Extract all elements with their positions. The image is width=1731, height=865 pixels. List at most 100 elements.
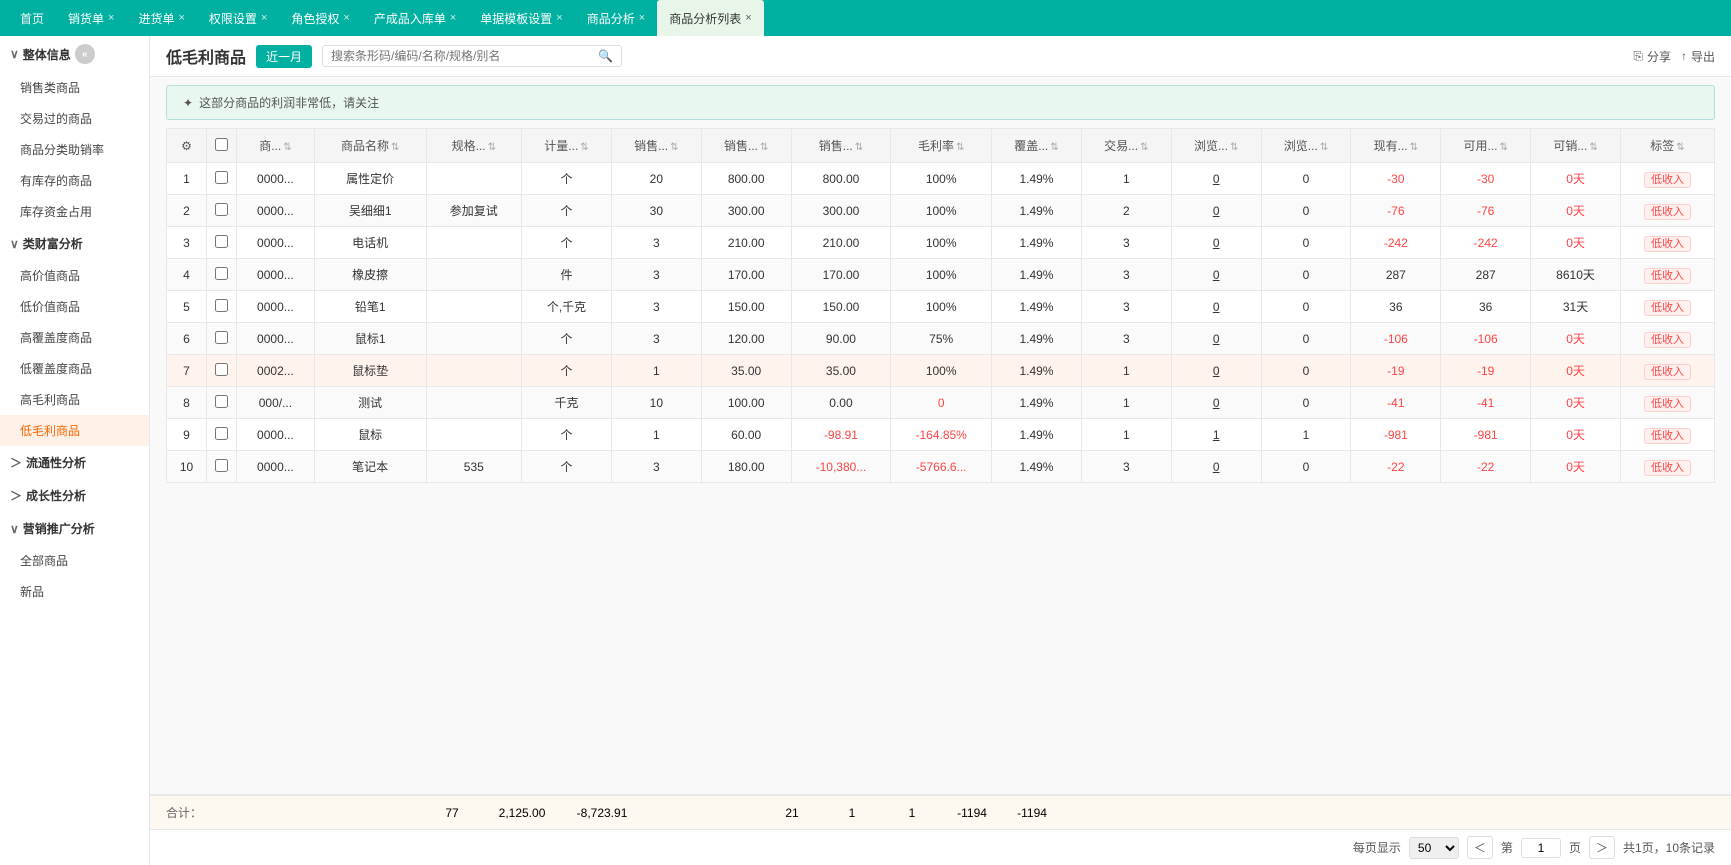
row-name[interactable]: 笔记本 bbox=[314, 451, 426, 483]
row-view1[interactable]: 0 bbox=[1171, 323, 1261, 355]
sort-icon-view1[interactable]: ⇅ bbox=[1230, 142, 1238, 153]
sort-icon-spec[interactable]: ⇅ bbox=[488, 142, 496, 153]
sort-icon-sale3[interactable]: ⇅ bbox=[855, 142, 863, 153]
search-icon[interactable]: 🔍 bbox=[598, 49, 613, 63]
row-name[interactable]: 吴细细1 bbox=[314, 195, 426, 227]
sidebar-item-low-value[interactable]: 低价值商品 bbox=[0, 291, 149, 322]
row-name[interactable]: 鼠标 bbox=[314, 419, 426, 451]
row-name[interactable]: 鼠标1 bbox=[314, 323, 426, 355]
sort-icon-margin[interactable]: ⇅ bbox=[956, 142, 964, 153]
row-checkbox[interactable] bbox=[207, 323, 237, 355]
row-name[interactable]: 属性定价 bbox=[314, 163, 426, 195]
sort-icon-sale1[interactable]: ⇅ bbox=[670, 142, 678, 153]
row-checkbox[interactable] bbox=[207, 387, 237, 419]
sidebar-group-growth[interactable]: ＞ 成长性分析 bbox=[0, 479, 149, 512]
nav-goods-analysis[interactable]: 商品分析 × bbox=[575, 0, 657, 36]
next-page-button[interactable]: ＞ bbox=[1589, 836, 1615, 859]
row-view1[interactable]: 0 bbox=[1171, 163, 1261, 195]
nav-template-close[interactable]: × bbox=[556, 12, 562, 24]
sort-icon-tag[interactable]: ⇅ bbox=[1676, 142, 1684, 153]
sidebar-group-overall[interactable]: ∨ 整体信息 « bbox=[0, 36, 149, 72]
nav-goods-analysis-close[interactable]: × bbox=[639, 12, 645, 24]
sidebar-item-capital-usage[interactable]: 库存资金占用 bbox=[0, 196, 149, 227]
sidebar-collapse-btn[interactable]: « bbox=[75, 44, 95, 64]
sort-icon-current[interactable]: ⇅ bbox=[1410, 142, 1418, 153]
nav-sales-close[interactable]: × bbox=[108, 12, 114, 24]
nav-sales[interactable]: 销货单 × bbox=[56, 0, 126, 36]
row-view1[interactable]: 0 bbox=[1171, 387, 1261, 419]
sort-icon-available[interactable]: ⇅ bbox=[1500, 142, 1508, 153]
settings-icon[interactable]: ⚙ bbox=[181, 139, 192, 153]
checkbox-col-header[interactable] bbox=[207, 129, 237, 163]
sidebar-item-high-margin[interactable]: 高毛利商品 bbox=[0, 384, 149, 415]
nav-template[interactable]: 单据模板设置 × bbox=[468, 0, 574, 36]
sort-icon-view2[interactable]: ⇅ bbox=[1320, 142, 1328, 153]
sidebar-item-sales-goods[interactable]: 销售类商品 bbox=[0, 72, 149, 103]
row-checkbox[interactable] bbox=[207, 259, 237, 291]
sidebar-item-low-margin[interactable]: 低毛利商品 bbox=[0, 415, 149, 446]
share-button[interactable]: ⎘ 分享 bbox=[1633, 48, 1671, 65]
sort-icon-sale2[interactable]: ⇅ bbox=[760, 142, 768, 153]
search-input[interactable] bbox=[331, 49, 598, 63]
nav-goods-analysis-list-close[interactable]: × bbox=[745, 12, 751, 24]
sidebar-item-category-rate[interactable]: 商品分类助销率 bbox=[0, 134, 149, 165]
sidebar-group-marketing[interactable]: ∨ 营销推广分析 bbox=[0, 512, 149, 545]
time-filter-button[interactable]: 近一月 bbox=[256, 45, 312, 68]
row-view1[interactable]: 1 bbox=[1171, 419, 1261, 451]
export-button[interactable]: ↑ 导出 bbox=[1681, 48, 1715, 65]
settings-col-header[interactable]: ⚙ bbox=[167, 129, 207, 163]
sort-icon-trade[interactable]: ⇅ bbox=[1140, 142, 1148, 153]
row-view1[interactable]: 0 bbox=[1171, 195, 1261, 227]
row-unit: 个 bbox=[522, 419, 612, 451]
row-checkbox[interactable] bbox=[207, 227, 237, 259]
sidebar-group-wealth[interactable]: ∨ 类财富分析 bbox=[0, 227, 149, 260]
row-name[interactable]: 测试 bbox=[314, 387, 426, 419]
nav-purchase-close[interactable]: × bbox=[178, 12, 184, 24]
sidebar-item-all-goods[interactable]: 全部商品 bbox=[0, 545, 149, 576]
nav-home[interactable]: 首页 bbox=[8, 0, 56, 36]
prev-page-button[interactable]: ＜ bbox=[1467, 836, 1493, 859]
sidebar-item-high-coverage[interactable]: 高覆盖度商品 bbox=[0, 322, 149, 353]
row-checkbox[interactable] bbox=[207, 291, 237, 323]
sort-icon-code[interactable]: ⇅ bbox=[283, 142, 291, 153]
sidebar-item-high-value[interactable]: 高价值商品 bbox=[0, 260, 149, 291]
row-spec bbox=[426, 291, 522, 323]
row-checkbox[interactable] bbox=[207, 419, 237, 451]
nav-purchase[interactable]: 进货单 × bbox=[126, 0, 196, 36]
nav-roles[interactable]: 角色授权 × bbox=[279, 0, 361, 36]
sort-icon-sellable[interactable]: ⇅ bbox=[1589, 142, 1597, 153]
nav-roles-close[interactable]: × bbox=[343, 12, 349, 24]
nav-permissions-close[interactable]: × bbox=[261, 12, 267, 24]
sort-icon-unit[interactable]: ⇅ bbox=[580, 142, 588, 153]
table-row: 3 0000... 电话机 个 3 210.00 210.00 100% 1.4… bbox=[167, 227, 1715, 259]
page-size-select[interactable]: 50 100 200 bbox=[1409, 837, 1459, 859]
row-name[interactable]: 鼠标垫 bbox=[314, 355, 426, 387]
sidebar-item-traded-goods[interactable]: 交易过的商品 bbox=[0, 103, 149, 134]
row-checkbox[interactable] bbox=[207, 355, 237, 387]
row-checkbox[interactable] bbox=[207, 195, 237, 227]
page-number-input[interactable] bbox=[1521, 838, 1561, 858]
row-unit: 个 bbox=[522, 195, 612, 227]
sidebar-group-flow[interactable]: ＞ 流通性分析 bbox=[0, 446, 149, 479]
row-name[interactable]: 电话机 bbox=[314, 227, 426, 259]
sidebar-item-low-coverage[interactable]: 低覆盖度商品 bbox=[0, 353, 149, 384]
sidebar-item-new-goods[interactable]: 新品 bbox=[0, 576, 149, 607]
row-name[interactable]: 铅笔1 bbox=[314, 291, 426, 323]
row-view1[interactable]: 0 bbox=[1171, 291, 1261, 323]
footer-view1-total: 1 bbox=[822, 806, 882, 820]
row-view1[interactable]: 0 bbox=[1171, 227, 1261, 259]
row-checkbox[interactable] bbox=[207, 163, 237, 195]
sidebar-item-stocked-goods[interactable]: 有库存的商品 bbox=[0, 165, 149, 196]
row-view1[interactable]: 0 bbox=[1171, 451, 1261, 483]
nav-goods-analysis-list[interactable]: 商品分析列表 × bbox=[657, 0, 763, 36]
row-view1[interactable]: 0 bbox=[1171, 259, 1261, 291]
row-checkbox[interactable] bbox=[207, 451, 237, 483]
sort-icon-name[interactable]: ⇅ bbox=[391, 142, 399, 153]
row-view1[interactable]: 0 bbox=[1171, 355, 1261, 387]
select-all-checkbox[interactable] bbox=[215, 138, 228, 151]
sort-icon-coverage[interactable]: ⇅ bbox=[1050, 142, 1058, 153]
nav-product-warehouse-close[interactable]: × bbox=[450, 12, 456, 24]
nav-permissions[interactable]: 权限设置 × bbox=[197, 0, 279, 36]
row-name[interactable]: 橡皮擦 bbox=[314, 259, 426, 291]
nav-product-warehouse[interactable]: 产成品入库单 × bbox=[362, 0, 468, 36]
